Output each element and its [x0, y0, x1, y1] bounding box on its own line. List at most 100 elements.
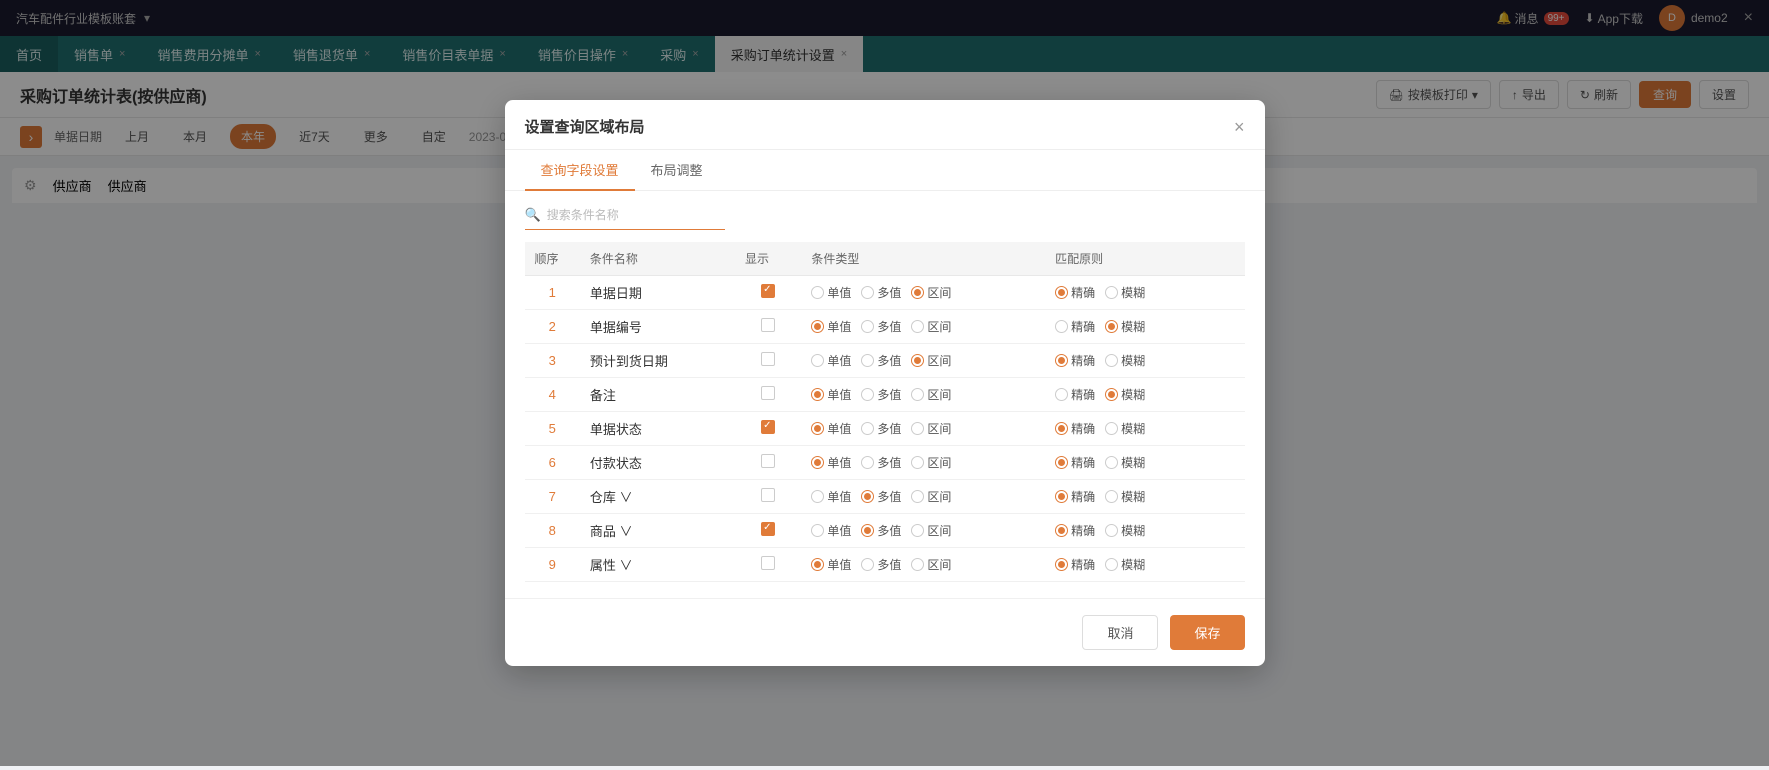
type-radio-multi[interactable]: [861, 286, 874, 299]
table-row: 4备注单值多值区间精确模糊: [525, 378, 1245, 412]
tab-layout[interactable]: 布局调整: [635, 150, 719, 191]
cell-order: 6: [525, 446, 580, 480]
match-radio-exact[interactable]: [1055, 388, 1068, 401]
cell-order: 8: [525, 514, 580, 548]
display-checkbox[interactable]: [761, 420, 775, 434]
type-radio-range[interactable]: [911, 320, 924, 333]
dialog-close-btn[interactable]: ×: [1234, 118, 1245, 136]
cancel-btn[interactable]: 取消: [1082, 615, 1158, 650]
match-radio-exact[interactable]: [1055, 524, 1068, 537]
type-radio-multi[interactable]: [861, 558, 874, 571]
type-radio-multi[interactable]: [861, 422, 874, 435]
cell-match: 精确模糊: [1045, 446, 1244, 480]
display-checkbox[interactable]: [761, 352, 775, 366]
dialog-footer: 取消 保存: [505, 598, 1265, 666]
type-radio-single[interactable]: [811, 354, 824, 367]
display-checkbox[interactable]: [761, 522, 775, 536]
display-checkbox[interactable]: [761, 454, 775, 468]
match-radio-fuzzy[interactable]: [1105, 490, 1118, 503]
cell-display: [735, 514, 801, 548]
cell-type: 单值多值区间: [801, 276, 1045, 310]
cell-type: 单值多值区间: [801, 378, 1045, 412]
type-radio-single[interactable]: [811, 320, 824, 333]
settings-dialog: 设置查询区域布局 × 查询字段设置 布局调整 🔍: [505, 100, 1265, 666]
cell-match: 精确模糊: [1045, 582, 1244, 583]
display-checkbox[interactable]: [761, 556, 775, 570]
th-type: 条件类型: [801, 242, 1045, 276]
cell-type: 单值多值区间: [801, 446, 1045, 480]
type-radio-single[interactable]: [811, 524, 824, 537]
table-row: 10有无商品图片单值多值区间精确模糊: [525, 582, 1245, 583]
cell-match: 精确模糊: [1045, 480, 1244, 514]
cell-type: 单值多值区间: [801, 514, 1045, 548]
cell-display: [735, 480, 801, 514]
save-btn[interactable]: 保存: [1170, 615, 1244, 650]
tab-query-fields[interactable]: 查询字段设置: [525, 150, 635, 191]
dialog-body: 🔍 顺序 条件名称 显示 条件类型 匹配原则: [505, 191, 1265, 598]
cell-type: 单值多值区间: [801, 344, 1045, 378]
match-radio-fuzzy[interactable]: [1105, 320, 1118, 333]
search-input[interactable]: [547, 208, 707, 222]
type-radio-single[interactable]: [811, 490, 824, 503]
type-radio-range[interactable]: [911, 286, 924, 299]
cell-display: [735, 378, 801, 412]
type-radio-range[interactable]: [911, 422, 924, 435]
match-radio-exact[interactable]: [1055, 422, 1068, 435]
dialog-title: 设置查询区域布局: [525, 116, 645, 137]
type-radio-range[interactable]: [911, 354, 924, 367]
type-radio-multi[interactable]: [861, 490, 874, 503]
cell-type: 单值多值区间: [801, 412, 1045, 446]
display-checkbox[interactable]: [761, 488, 775, 502]
match-radio-fuzzy[interactable]: [1105, 524, 1118, 537]
search-bar: 🔍: [525, 207, 725, 230]
settings-table-scroll: 顺序 条件名称 显示 条件类型 匹配原则 1单据日期单值多值区间精确模糊2单据编…: [525, 242, 1245, 582]
type-radio-single[interactable]: [811, 388, 824, 401]
cell-name: 付款状态: [580, 446, 735, 480]
type-radio-multi[interactable]: [861, 388, 874, 401]
type-radio-range[interactable]: [911, 456, 924, 469]
type-radio-range[interactable]: [911, 490, 924, 503]
match-radio-exact[interactable]: [1055, 320, 1068, 333]
settings-table: 顺序 条件名称 显示 条件类型 匹配原则 1单据日期单值多值区间精确模糊2单据编…: [525, 242, 1245, 582]
table-body: 1单据日期单值多值区间精确模糊2单据编号单值多值区间精确模糊3预计到货日期单值多…: [525, 276, 1245, 583]
cell-type: 单值多值区间: [801, 480, 1045, 514]
match-radio-fuzzy[interactable]: [1105, 422, 1118, 435]
match-radio-fuzzy[interactable]: [1105, 558, 1118, 571]
type-radio-range[interactable]: [911, 558, 924, 571]
type-radio-single[interactable]: [811, 456, 824, 469]
type-radio-range[interactable]: [911, 388, 924, 401]
cell-display: [735, 276, 801, 310]
table-row: 8商品 ∨单值多值区间精确模糊: [525, 514, 1245, 548]
match-radio-fuzzy[interactable]: [1105, 286, 1118, 299]
match-radio-fuzzy[interactable]: [1105, 456, 1118, 469]
table-head: 顺序 条件名称 显示 条件类型 匹配原则: [525, 242, 1245, 276]
type-radio-single[interactable]: [811, 286, 824, 299]
display-checkbox[interactable]: [761, 386, 775, 400]
match-radio-fuzzy[interactable]: [1105, 388, 1118, 401]
type-radio-single[interactable]: [811, 558, 824, 571]
match-radio-exact[interactable]: [1055, 558, 1068, 571]
cell-order: 4: [525, 378, 580, 412]
display-checkbox[interactable]: [761, 284, 775, 298]
cell-match: 精确模糊: [1045, 412, 1244, 446]
match-radio-exact[interactable]: [1055, 354, 1068, 367]
cell-type: 单值多值区间: [801, 310, 1045, 344]
type-radio-multi[interactable]: [861, 524, 874, 537]
type-radio-multi[interactable]: [861, 320, 874, 333]
th-display: 显示: [735, 242, 801, 276]
dialog-header: 设置查询区域布局 ×: [505, 100, 1265, 150]
table-row: 3预计到货日期单值多值区间精确模糊: [525, 344, 1245, 378]
display-checkbox[interactable]: [761, 318, 775, 332]
match-radio-exact[interactable]: [1055, 456, 1068, 469]
match-radio-exact[interactable]: [1055, 490, 1068, 503]
cell-order: 3: [525, 344, 580, 378]
type-radio-range[interactable]: [911, 524, 924, 537]
match-radio-fuzzy[interactable]: [1105, 354, 1118, 367]
table-row: 5单据状态单值多值区间精确模糊: [525, 412, 1245, 446]
match-radio-exact[interactable]: [1055, 286, 1068, 299]
type-radio-multi[interactable]: [861, 456, 874, 469]
cell-name: 仓库 ∨: [580, 480, 735, 514]
cell-name: 属性 ∨: [580, 548, 735, 582]
type-radio-single[interactable]: [811, 422, 824, 435]
type-radio-multi[interactable]: [861, 354, 874, 367]
